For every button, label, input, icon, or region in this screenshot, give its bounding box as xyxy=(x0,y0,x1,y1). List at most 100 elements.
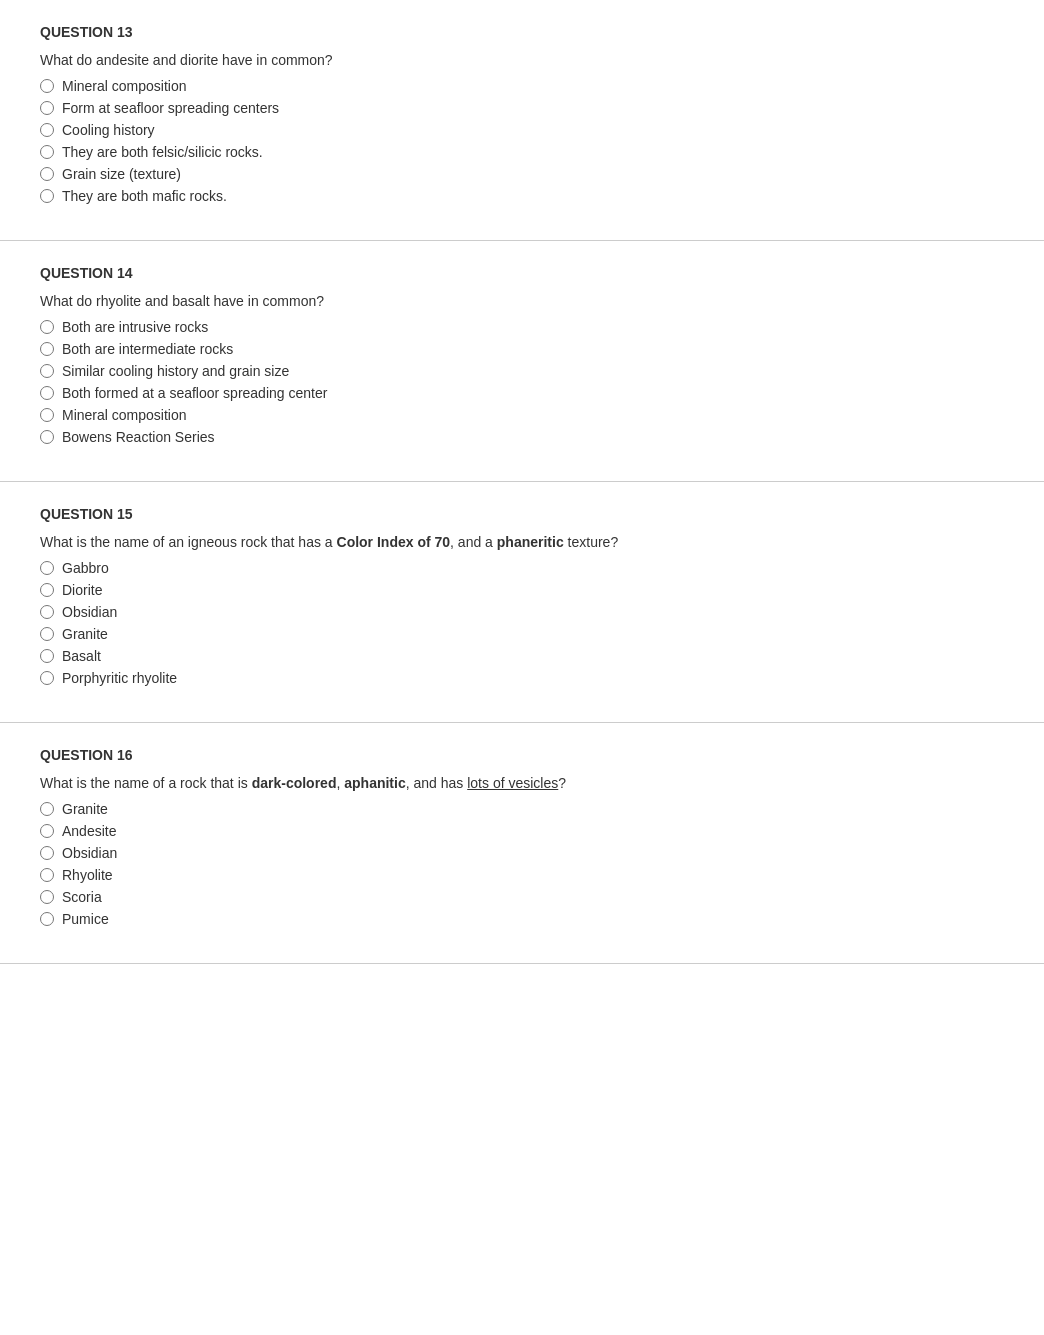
list-item: Both are intrusive rocks xyxy=(40,319,1004,335)
list-item: Granite xyxy=(40,801,1004,817)
q15-text-before: What is the name of an igneous rock that… xyxy=(40,534,337,550)
list-item: Both formed at a seafloor spreading cent… xyxy=(40,385,1004,401)
option-label: Grain size (texture) xyxy=(62,166,181,182)
radio-q14-3[interactable] xyxy=(40,386,54,400)
radio-q13-2[interactable] xyxy=(40,123,54,137)
list-item: Grain size (texture) xyxy=(40,166,1004,182)
list-item: Porphyritic rhyolite xyxy=(40,670,1004,686)
list-item: Cooling history xyxy=(40,122,1004,138)
radio-q16-1[interactable] xyxy=(40,824,54,838)
q15-mid: , and a xyxy=(450,534,497,550)
question-14-text: What do rhyolite and basalt have in comm… xyxy=(40,293,1004,309)
option-label: Mineral composition xyxy=(62,78,187,94)
question-16-block: QUESTION 16 What is the name of a rock t… xyxy=(0,723,1044,964)
list-item: Bowens Reaction Series xyxy=(40,429,1004,445)
question-13-block: QUESTION 13 What do andesite and diorite… xyxy=(0,0,1044,241)
radio-q15-1[interactable] xyxy=(40,583,54,597)
q15-bold2: phaneritic xyxy=(497,534,564,550)
option-label: Cooling history xyxy=(62,122,155,138)
radio-q14-1[interactable] xyxy=(40,342,54,356)
list-item: Scoria xyxy=(40,889,1004,905)
radio-q16-5[interactable] xyxy=(40,912,54,926)
list-item: Both are intermediate rocks xyxy=(40,341,1004,357)
option-label: Obsidian xyxy=(62,604,117,620)
q16-bold2: aphanitic xyxy=(344,775,405,791)
question-16-options: Granite Andesite Obsidian Rhyolite Scori… xyxy=(40,801,1004,927)
option-label: Bowens Reaction Series xyxy=(62,429,215,445)
option-label: Pumice xyxy=(62,911,109,927)
radio-q13-4[interactable] xyxy=(40,167,54,181)
option-label: Form at seafloor spreading centers xyxy=(62,100,279,116)
radio-q14-5[interactable] xyxy=(40,430,54,444)
radio-q14-2[interactable] xyxy=(40,364,54,378)
option-label: Mineral composition xyxy=(62,407,187,423)
radio-q16-2[interactable] xyxy=(40,846,54,860)
option-label: Basalt xyxy=(62,648,101,664)
option-label: Granite xyxy=(62,801,108,817)
radio-q13-3[interactable] xyxy=(40,145,54,159)
list-item: Rhyolite xyxy=(40,867,1004,883)
radio-q16-4[interactable] xyxy=(40,890,54,904)
question-13-number: QUESTION 13 xyxy=(40,24,1004,40)
option-label: Andesite xyxy=(62,823,116,839)
radio-q16-3[interactable] xyxy=(40,868,54,882)
radio-q13-0[interactable] xyxy=(40,79,54,93)
option-label: Porphyritic rhyolite xyxy=(62,670,177,686)
question-14-number: QUESTION 14 xyxy=(40,265,1004,281)
list-item: Mineral composition xyxy=(40,407,1004,423)
radio-q14-4[interactable] xyxy=(40,408,54,422)
radio-q16-0[interactable] xyxy=(40,802,54,816)
question-14-block: QUESTION 14 What do rhyolite and basalt … xyxy=(0,241,1044,482)
list-item: Form at seafloor spreading centers xyxy=(40,100,1004,116)
option-label: Granite xyxy=(62,626,108,642)
list-item: They are both mafic rocks. xyxy=(40,188,1004,204)
radio-q15-2[interactable] xyxy=(40,605,54,619)
option-label: They are both mafic rocks. xyxy=(62,188,227,204)
question-15-text: What is the name of an igneous rock that… xyxy=(40,534,1004,550)
list-item: Pumice xyxy=(40,911,1004,927)
q16-text-before: What is the name of a rock that is xyxy=(40,775,252,791)
q16-bold1: dark-colored xyxy=(252,775,337,791)
radio-q15-5[interactable] xyxy=(40,671,54,685)
option-label: Gabbro xyxy=(62,560,109,576)
option-label: Both are intrusive rocks xyxy=(62,319,208,335)
question-16-text: What is the name of a rock that is dark-… xyxy=(40,775,1004,791)
option-label: Diorite xyxy=(62,582,102,598)
option-label: Obsidian xyxy=(62,845,117,861)
list-item: Andesite xyxy=(40,823,1004,839)
q15-after: texture? xyxy=(564,534,618,550)
radio-q15-4[interactable] xyxy=(40,649,54,663)
question-16-number: QUESTION 16 xyxy=(40,747,1004,763)
list-item: Granite xyxy=(40,626,1004,642)
radio-q13-5[interactable] xyxy=(40,189,54,203)
q16-underline: lots of vesicles xyxy=(467,775,558,791)
option-label: Scoria xyxy=(62,889,102,905)
option-label: Both are intermediate rocks xyxy=(62,341,233,357)
option-label: Both formed at a seafloor spreading cent… xyxy=(62,385,327,401)
list-item: Mineral composition xyxy=(40,78,1004,94)
radio-q15-0[interactable] xyxy=(40,561,54,575)
question-13-text: What do andesite and diorite have in com… xyxy=(40,52,1004,68)
option-label: They are both felsic/silicic rocks. xyxy=(62,144,263,160)
radio-q13-1[interactable] xyxy=(40,101,54,115)
list-item: Basalt xyxy=(40,648,1004,664)
question-15-number: QUESTION 15 xyxy=(40,506,1004,522)
radio-q14-0[interactable] xyxy=(40,320,54,334)
list-item: They are both felsic/silicic rocks. xyxy=(40,144,1004,160)
q15-bold1: Color Index of 70 xyxy=(337,534,451,550)
list-item: Similar cooling history and grain size xyxy=(40,363,1004,379)
radio-q15-3[interactable] xyxy=(40,627,54,641)
list-item: Diorite xyxy=(40,582,1004,598)
question-15-block: QUESTION 15 What is the name of an igneo… xyxy=(0,482,1044,723)
q16-mid2: , and has xyxy=(406,775,468,791)
question-14-options: Both are intrusive rocks Both are interm… xyxy=(40,319,1004,445)
list-item: Obsidian xyxy=(40,604,1004,620)
option-label: Rhyolite xyxy=(62,867,113,883)
list-item: Gabbro xyxy=(40,560,1004,576)
question-13-options: Mineral composition Form at seafloor spr… xyxy=(40,78,1004,204)
option-label: Similar cooling history and grain size xyxy=(62,363,289,379)
q16-after: ? xyxy=(558,775,566,791)
list-item: Obsidian xyxy=(40,845,1004,861)
question-15-options: Gabbro Diorite Obsidian Granite Basalt P… xyxy=(40,560,1004,686)
questions-container: QUESTION 13 What do andesite and diorite… xyxy=(0,0,1044,964)
